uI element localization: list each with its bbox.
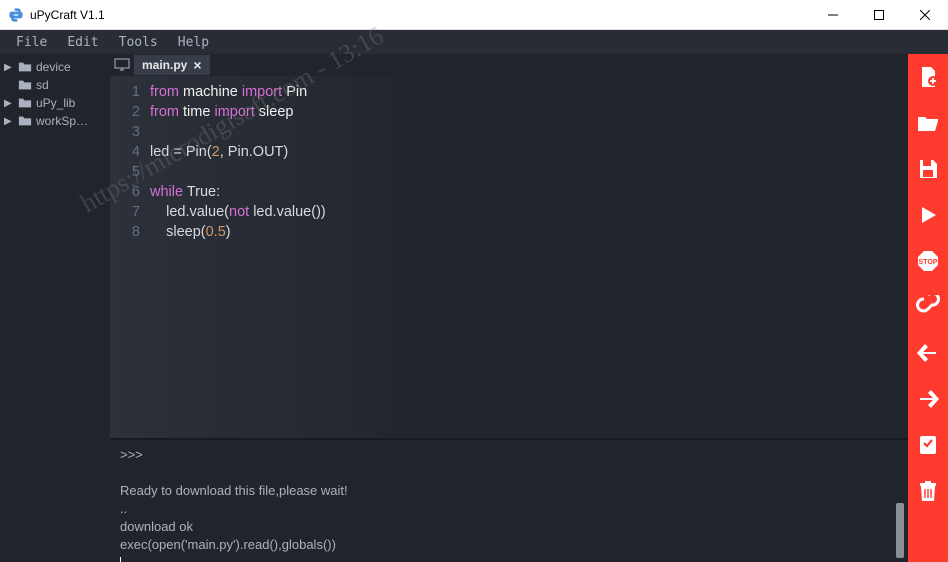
close-button[interactable] bbox=[902, 0, 948, 30]
run-button[interactable] bbox=[913, 200, 943, 230]
app-title: uPyCraft V1.1 bbox=[30, 8, 105, 22]
tab-close-icon[interactable]: × bbox=[193, 57, 201, 73]
minimize-button[interactable] bbox=[810, 0, 856, 30]
redo-button[interactable] bbox=[913, 384, 943, 414]
folder-icon bbox=[18, 79, 32, 91]
menu-help[interactable]: Help bbox=[168, 33, 219, 52]
check-button[interactable] bbox=[913, 430, 943, 460]
connect-button[interactable] bbox=[913, 292, 943, 322]
tree-label: sd bbox=[36, 78, 49, 92]
text-cursor bbox=[120, 557, 121, 562]
delete-button[interactable] bbox=[913, 476, 943, 506]
console-prompt: >>> bbox=[120, 446, 898, 464]
console-line: .. bbox=[120, 500, 898, 518]
maximize-button[interactable] bbox=[856, 0, 902, 30]
titlebar: uPyCraft V1.1 bbox=[0, 0, 948, 30]
scrollbar-thumb-icon[interactable] bbox=[896, 503, 904, 558]
tree-item-device[interactable]: ▶ device bbox=[0, 58, 110, 76]
editor-tab[interactable]: main.py × bbox=[134, 55, 210, 75]
tab-label: main.py bbox=[142, 58, 187, 72]
console-line: exec(open('main.py').read(),globals()) bbox=[120, 536, 898, 554]
console-line: Ready to download this file,please wait! bbox=[120, 482, 898, 500]
tree-label: workSp… bbox=[36, 114, 88, 128]
tree-item-sd[interactable]: sd bbox=[0, 76, 110, 94]
chevron-right-icon: ▶ bbox=[4, 62, 14, 73]
svg-text:STOP: STOP bbox=[919, 259, 938, 266]
tree-label: uPy_lib bbox=[36, 96, 75, 110]
line-number-gutter: 1 2 3 4 5 6 7 8 bbox=[110, 82, 150, 438]
stop-button[interactable]: STOP bbox=[913, 246, 943, 276]
file-tree: ▶ device sd ▶ uPy_lib ▶ workSp… bbox=[0, 54, 110, 562]
app-icon bbox=[8, 7, 24, 23]
code-editor[interactable]: 1 2 3 4 5 6 7 8 from machine import Pin … bbox=[110, 76, 908, 438]
tree-item-workspace[interactable]: ▶ workSp… bbox=[0, 112, 110, 130]
monitor-icon bbox=[114, 58, 130, 72]
menu-tools[interactable]: Tools bbox=[109, 33, 168, 52]
save-button[interactable] bbox=[913, 154, 943, 184]
menu-file[interactable]: File bbox=[6, 33, 57, 52]
menubar: File Edit Tools Help bbox=[0, 30, 948, 54]
chevron-right-icon: ▶ bbox=[4, 116, 14, 127]
open-file-button[interactable] bbox=[913, 108, 943, 138]
undo-button[interactable] bbox=[913, 338, 943, 368]
chevron-right-icon: ▶ bbox=[4, 98, 14, 109]
new-file-button[interactable] bbox=[913, 62, 943, 92]
right-toolbar: STOP bbox=[908, 54, 948, 562]
menu-edit[interactable]: Edit bbox=[57, 33, 108, 52]
folder-icon bbox=[18, 115, 32, 127]
tree-label: device bbox=[36, 60, 71, 74]
tabbar: main.py × bbox=[110, 54, 908, 76]
console-line: download ok bbox=[120, 518, 898, 536]
console[interactable]: >>> Ready to download this file,please w… bbox=[110, 438, 908, 562]
folder-icon bbox=[18, 97, 32, 109]
folder-icon bbox=[18, 61, 32, 73]
tree-item-upylib[interactable]: ▶ uPy_lib bbox=[0, 94, 110, 112]
